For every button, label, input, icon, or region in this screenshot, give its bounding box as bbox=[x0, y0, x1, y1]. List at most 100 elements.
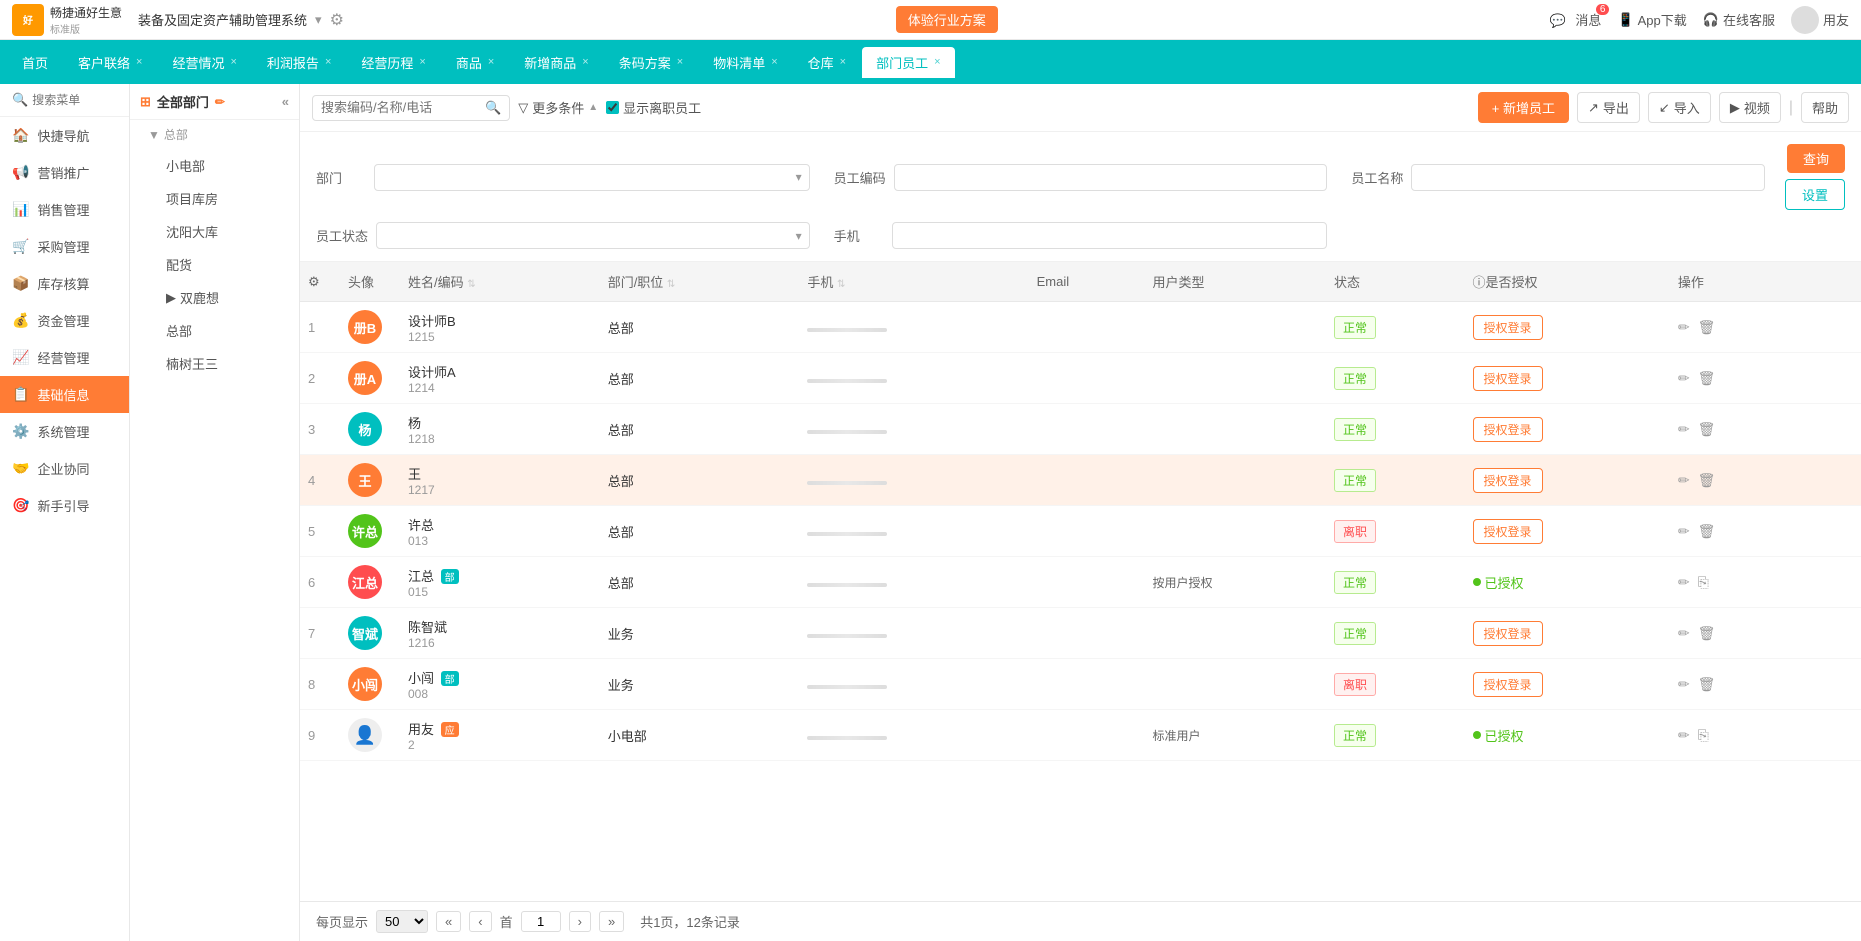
dept-collapse-icon[interactable]: « bbox=[282, 94, 289, 109]
emp-name-filter-input[interactable] bbox=[1411, 164, 1765, 191]
edit-icon[interactable]: ✏ bbox=[1678, 523, 1690, 540]
search-box[interactable]: 🔍 bbox=[312, 95, 510, 121]
system-title-arrow[interactable]: ▾ bbox=[315, 12, 322, 28]
emp-code-filter-input[interactable] bbox=[894, 164, 1328, 191]
last-page-button[interactable]: » bbox=[599, 911, 624, 932]
auth-button[interactable]: 授权登录 bbox=[1473, 315, 1543, 340]
dept-group-header[interactable]: ▼ 总部 bbox=[138, 120, 299, 149]
close-new-goods-tab[interactable]: × bbox=[582, 56, 588, 68]
page-size-select[interactable]: 50 100 bbox=[376, 910, 428, 933]
prev-page-button[interactable]: ‹ bbox=[469, 911, 491, 932]
delete-icon[interactable]: 🗑 bbox=[1698, 625, 1716, 642]
sidebar-item-quicknav[interactable]: 🏠快捷导航 bbox=[0, 117, 129, 154]
tab-operation[interactable]: 经营情况× bbox=[158, 47, 250, 78]
dept-select[interactable] bbox=[374, 164, 810, 191]
dept-edit-icon[interactable]: ✏ bbox=[215, 95, 225, 109]
tab-profit[interactable]: 利润报告× bbox=[253, 47, 345, 78]
status-select[interactable] bbox=[376, 222, 810, 249]
row-auth[interactable]: 授权登录 bbox=[1465, 659, 1670, 710]
edit-icon[interactable]: ✏ bbox=[1678, 370, 1690, 387]
edit-icon[interactable]: ✏ bbox=[1678, 727, 1690, 744]
th-phone[interactable]: 手机 ⇅ bbox=[799, 262, 1028, 302]
edit-icon[interactable]: ✏ bbox=[1678, 676, 1690, 693]
copy-icon[interactable]: ⎘ bbox=[1698, 727, 1709, 744]
tab-dept[interactable]: 部门员工× bbox=[862, 47, 954, 78]
export-button[interactable]: ↗ 导出 bbox=[1577, 92, 1640, 123]
edit-icon[interactable]: ✏ bbox=[1678, 421, 1690, 438]
row-auth[interactable]: 授权登录 bbox=[1465, 404, 1670, 455]
tab-bom[interactable]: 物料清单× bbox=[699, 47, 791, 78]
set-button[interactable]: 设置 bbox=[1785, 179, 1845, 210]
th-name[interactable]: 姓名/编码 ⇅ bbox=[400, 262, 600, 302]
dept-item-shenyang[interactable]: 沈阳大库 bbox=[138, 215, 299, 248]
tab-history[interactable]: 经营历程× bbox=[347, 47, 439, 78]
row-auth[interactable]: 授权登录 bbox=[1465, 608, 1670, 659]
help-button[interactable]: 帮助 bbox=[1801, 92, 1849, 123]
edit-icon[interactable]: ✏ bbox=[1678, 319, 1690, 336]
add-employee-button[interactable]: + 新增员工 bbox=[1478, 92, 1569, 123]
auth-button[interactable]: 授权登录 bbox=[1473, 621, 1543, 646]
user-area[interactable]: 用友 bbox=[1791, 6, 1849, 34]
sidebar-item-sales[interactable]: 📊销售管理 bbox=[0, 191, 129, 228]
close-bom-tab[interactable]: × bbox=[771, 56, 777, 68]
delete-icon[interactable]: 🗑 bbox=[1698, 370, 1716, 387]
row-auth[interactable]: 授权登录 bbox=[1465, 506, 1670, 557]
tab-warehouse[interactable]: 仓库× bbox=[794, 47, 860, 78]
tab-goods[interactable]: 商品× bbox=[442, 47, 508, 78]
row-auth[interactable]: 授权登录 bbox=[1465, 455, 1670, 506]
trial-button[interactable]: 体验行业方案 bbox=[896, 6, 998, 33]
sidebar-item-inventory[interactable]: 📦库存核算 bbox=[0, 265, 129, 302]
next-page-button[interactable]: › bbox=[569, 911, 591, 932]
th-settings[interactable]: ⚙ bbox=[300, 262, 340, 302]
sidebar-item-collab[interactable]: 🤝企业协同 bbox=[0, 450, 129, 487]
auth-button[interactable]: 授权登录 bbox=[1473, 417, 1543, 442]
phone-filter-input[interactable] bbox=[892, 222, 1328, 249]
delete-icon[interactable]: 🗑 bbox=[1698, 472, 1716, 489]
sidebar-item-basic[interactable]: 📋基础信息 bbox=[0, 376, 129, 413]
sidebar-item-guide[interactable]: 🎯新手引导 bbox=[0, 487, 129, 524]
search-button[interactable]: 查询 bbox=[1787, 144, 1845, 173]
tab-home[interactable]: 首页 bbox=[8, 47, 62, 78]
settings-icon[interactable]: ⚙ bbox=[330, 10, 344, 30]
sidebar-item-marketing[interactable]: 📢营销推广 bbox=[0, 154, 129, 191]
sidebar-search-item[interactable]: 🔍 bbox=[0, 84, 129, 117]
tab-customer[interactable]: 客户联络× bbox=[64, 47, 156, 78]
view-button[interactable]: ▶ 视频 bbox=[1719, 92, 1781, 123]
close-profit-tab[interactable]: × bbox=[325, 56, 331, 68]
delete-icon[interactable]: 🗑 bbox=[1698, 523, 1716, 540]
close-dept-tab[interactable]: × bbox=[934, 56, 940, 68]
auth-button[interactable]: 授权登录 bbox=[1473, 468, 1543, 493]
sidebar-search-input[interactable] bbox=[32, 93, 122, 107]
edit-icon[interactable]: ✏ bbox=[1678, 472, 1690, 489]
close-warehouse-tab[interactable]: × bbox=[840, 56, 846, 68]
close-barcode-tab[interactable]: × bbox=[677, 56, 683, 68]
copy-icon[interactable]: ⎘ bbox=[1698, 574, 1709, 591]
sidebar-item-system[interactable]: ⚙️系统管理 bbox=[0, 413, 129, 450]
first-page-button[interactable]: « bbox=[436, 911, 461, 932]
row-auth[interactable]: 授权登录 bbox=[1465, 353, 1670, 404]
dept-item-shuanglu[interactable]: ▶ 双鹿想 bbox=[138, 281, 299, 314]
import-button[interactable]: ↙ 导入 bbox=[1648, 92, 1711, 123]
page-input[interactable] bbox=[521, 911, 561, 932]
tab-new-goods[interactable]: 新增商品× bbox=[510, 47, 602, 78]
row-auth[interactable]: 授权登录 bbox=[1465, 302, 1670, 353]
auth-button[interactable]: 授权登录 bbox=[1473, 366, 1543, 391]
dept-item-zongbu2[interactable]: 总部 bbox=[138, 314, 299, 347]
delete-icon[interactable]: 🗑 bbox=[1698, 421, 1716, 438]
close-history-tab[interactable]: × bbox=[419, 56, 425, 68]
close-operation-tab[interactable]: × bbox=[230, 56, 236, 68]
show-left-checkbox-label[interactable]: 显示离职员工 bbox=[606, 98, 701, 117]
dept-item-xiaodian[interactable]: 小电部 bbox=[138, 149, 299, 182]
auth-button[interactable]: 授权登录 bbox=[1473, 519, 1543, 544]
app-download[interactable]: 📱 App下载 bbox=[1617, 10, 1686, 29]
search-input[interactable] bbox=[321, 100, 481, 115]
sidebar-item-purchase[interactable]: 🛒采购管理 bbox=[0, 228, 129, 265]
dept-item-nanshu[interactable]: 楠树王三 bbox=[138, 347, 299, 380]
close-customer-tab[interactable]: × bbox=[136, 56, 142, 68]
edit-icon[interactable]: ✏ bbox=[1678, 574, 1690, 591]
close-goods-tab[interactable]: × bbox=[488, 56, 494, 68]
message-icon-container[interactable]: 💬 6 消息 bbox=[1550, 10, 1602, 29]
auth-button[interactable]: 授权登录 bbox=[1473, 672, 1543, 697]
show-left-checkbox[interactable] bbox=[606, 101, 619, 114]
sidebar-item-finance[interactable]: 💰资金管理 bbox=[0, 302, 129, 339]
